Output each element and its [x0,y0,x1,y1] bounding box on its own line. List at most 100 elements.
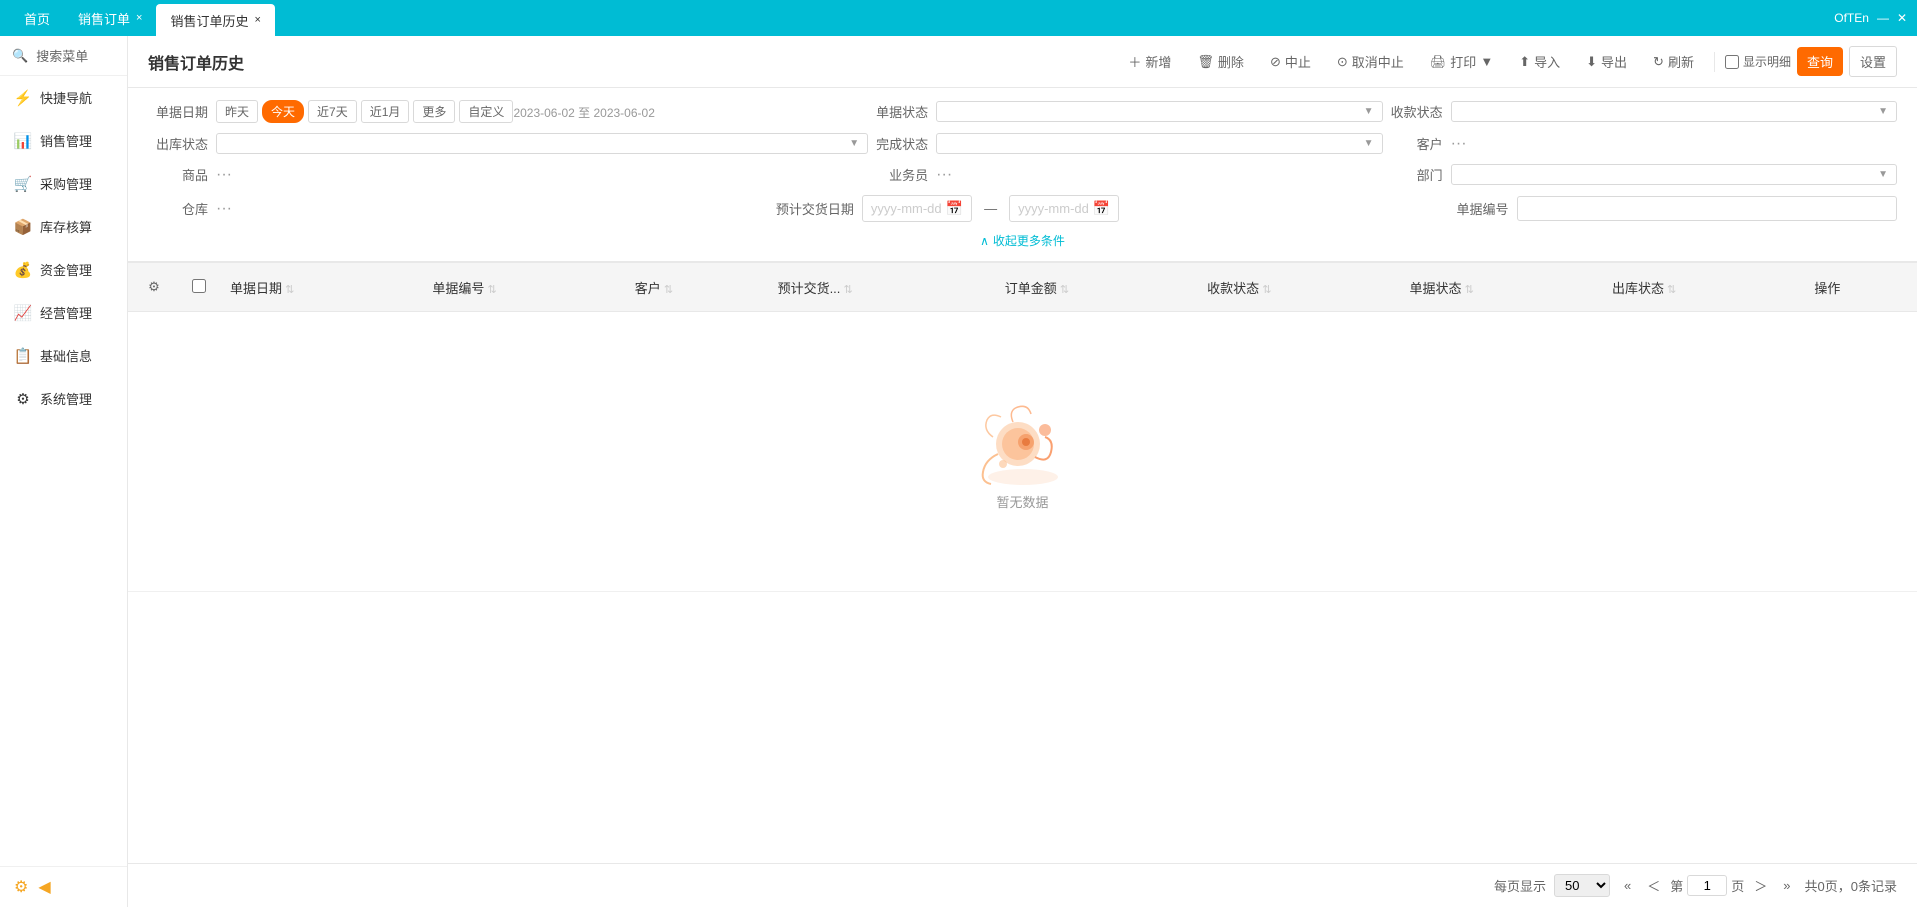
filter-warehouse: 仓库 ··· [148,199,776,218]
date-btn-today[interactable]: 今天 [262,100,304,123]
col-date[interactable]: 单据日期 ⇅ [218,263,420,312]
col-amount[interactable]: 订单金额 ⇅ [993,263,1195,312]
toolbar-new-button[interactable]: ＋新增 [1118,47,1181,76]
sidebar-item-purchase-mgmt[interactable]: 🛒采购管理 [0,162,127,205]
tab-close-sales-order[interactable]: × [136,12,142,24]
filter-receipt-status-control[interactable]: ▼ [1451,101,1897,122]
delivery-end-value: yyyy-mm-dd [1018,201,1089,216]
order-no-input[interactable] [1517,196,1897,221]
top-bar-right: OfTEn — ✕ [1834,11,1907,25]
sidebar-settings-icon[interactable]: ⚙ [14,877,28,897]
filter-order-no-control[interactable] [1517,196,1897,221]
table-config-button[interactable]: ⚙ [140,273,168,301]
delivery-date-start[interactable]: yyyy-mm-dd 📅 [862,195,972,222]
stop-label: 中止 [1285,52,1311,71]
sidebar-item-operations[interactable]: 📈经营管理 [0,291,127,334]
toolbar-print-button[interactable]: 🖨打印▼ [1420,47,1503,76]
completion-status-arrow: ▼ [1364,138,1374,149]
last-page-btn[interactable]: » [1777,876,1796,895]
col-order-status[interactable]: 单据状态 ⇅ [1398,263,1600,312]
completion-status-select[interactable]: ▼ [936,133,1382,154]
filter-salesman-control[interactable]: ··· [936,167,1382,183]
customer-picker[interactable]: ··· [1451,136,1467,152]
filter-area: 单据日期 昨天今天近7天近1月更多自定义 2023-06-02 至 2023-0… [128,88,1917,262]
sidebar-item-sales-mgmt[interactable]: 📊销售管理 [0,119,127,162]
query-button[interactable]: 查询 [1797,47,1843,76]
sidebar-label-finance: 资金管理 [40,260,92,279]
delivery-date-end[interactable]: yyyy-mm-dd 📅 [1009,195,1119,222]
tab-home[interactable]: 首页 [10,0,64,36]
filter-customer-control[interactable]: ··· [1451,136,1897,152]
toolbar-stop-button[interactable]: ⊘中止 [1260,47,1321,76]
settings-button[interactable]: 设置 [1849,46,1897,77]
filter-product-label: 商品 [148,165,208,184]
current-page-input[interactable] [1687,875,1727,896]
toolbar-import-button[interactable]: ⬆导入 [1509,47,1570,76]
collapse-up-icon: ∧ [980,234,989,248]
filter-dept-control[interactable]: ▼ [1451,164,1897,185]
show-detail-label: 显示明细 [1725,53,1791,70]
filter-date: 单据日期 昨天今天近7天近1月更多自定义 2023-06-02 至 2023-0… [148,100,868,123]
col-no[interactable]: 单据编号 ⇅ [420,263,622,312]
product-picker[interactable]: ··· [216,167,232,183]
select-all-checkbox[interactable] [192,279,206,293]
filter-completion-label: 完成状态 [868,134,928,153]
sidebar-item-finance[interactable]: 💰资金管理 [0,248,127,291]
filter-outbound-control[interactable]: ▼ [216,133,868,154]
next-page-btn[interactable]: ＞ [1748,874,1773,897]
filter-dept-label: 部门 [1383,165,1443,184]
show-detail-checkbox[interactable] [1725,55,1739,69]
filter-product-control[interactable]: ··· [216,167,868,183]
sidebar-item-base-info[interactable]: 📋基础信息 [0,334,127,377]
date-btn-custom[interactable]: 自定义 [459,100,513,123]
col-receipt-status[interactable]: 收款状态 ⇅ [1195,263,1397,312]
date-btn-last1m[interactable]: 近1月 [361,100,410,123]
date-btn-more[interactable]: 更多 [413,100,455,123]
first-page-btn[interactable]: « [1618,876,1637,895]
filter-warehouse-control[interactable]: ··· [216,201,776,217]
toolbar-delete-button[interactable]: 🗑删除 [1187,47,1254,76]
date-btn-last7[interactable]: 近7天 [308,100,357,123]
warehouse-picker[interactable]: ··· [216,201,232,217]
col-outbound-status[interactable]: 出库状态 ⇅ [1600,263,1802,312]
filter-date-control: 昨天今天近7天近1月更多自定义 2023-06-02 至 2023-06-02 [216,100,868,123]
date-range-text: 2023-06-02 至 2023-06-02 [513,104,654,121]
minimize-icon[interactable]: — [1877,11,1889,25]
toolbar-export-button[interactable]: ⬇导出 [1576,47,1637,76]
tab-list: 首页销售订单×销售订单历史× [10,0,275,36]
tab-sales-order[interactable]: 销售订单× [64,0,156,36]
sidebar-label-purchase-mgmt: 采购管理 [40,174,92,193]
receipt-status-select[interactable]: ▼ [1451,101,1897,122]
filter-row-1: 单据日期 昨天今天近7天近1月更多自定义 2023-06-02 至 2023-0… [148,100,1897,123]
toolbar-cancel-stop-button[interactable]: ⊙取消中止 [1327,47,1414,76]
col-delivery[interactable]: 预计交货... ⇅ [766,263,993,312]
page-nav: « ＜ 第 页 ＞ » [1618,874,1797,897]
delete-label: 删除 [1218,52,1244,71]
filter-warehouse-label: 仓库 [148,199,208,218]
col-customer[interactable]: 客户 ⇅ [623,263,766,312]
sidebar-item-quick-nav[interactable]: ⚡快捷导航 [0,76,127,119]
show-detail-text: 显示明细 [1743,53,1791,70]
tab-close-sales-order-history[interactable]: × [254,14,260,26]
collapse-btn[interactable]: ∧ 收起更多条件 [980,232,1065,249]
col-label-no: 单据编号 [432,281,484,296]
toolbar-refresh-button[interactable]: ↻刷新 [1643,47,1704,76]
date-btn-yesterday[interactable]: 昨天 [216,100,258,123]
sidebar-collapse-icon[interactable]: ◀ [38,877,50,897]
page-size-select[interactable]: 102050100 [1554,874,1610,897]
outbound-status-select[interactable]: ▼ [216,133,868,154]
dept-select[interactable]: ▼ [1451,164,1897,185]
prev-page-btn[interactable]: ＜ [1641,874,1666,897]
sidebar-item-sys-mgmt[interactable]: ⚙系统管理 [0,377,127,420]
filter-order-status-control[interactable]: ▼ [936,101,1382,122]
inventory-icon: 📦 [14,218,32,236]
sidebar-search[interactable]: 🔍 搜索菜单 [0,36,127,76]
order-status-select[interactable]: ▼ [936,101,1382,122]
sort-icon-amount: ⇅ [1057,284,1069,296]
salesman-picker[interactable]: ··· [936,167,952,183]
table-footer: 每页显示 102050100 « ＜ 第 页 ＞ » 共0页，0条记录 [128,863,1917,907]
filter-completion-control[interactable]: ▼ [936,133,1382,154]
close-window-icon[interactable]: ✕ [1897,11,1907,25]
sidebar-item-inventory[interactable]: 📦库存核算 [0,205,127,248]
tab-sales-order-history[interactable]: 销售订单历史× [156,4,274,36]
